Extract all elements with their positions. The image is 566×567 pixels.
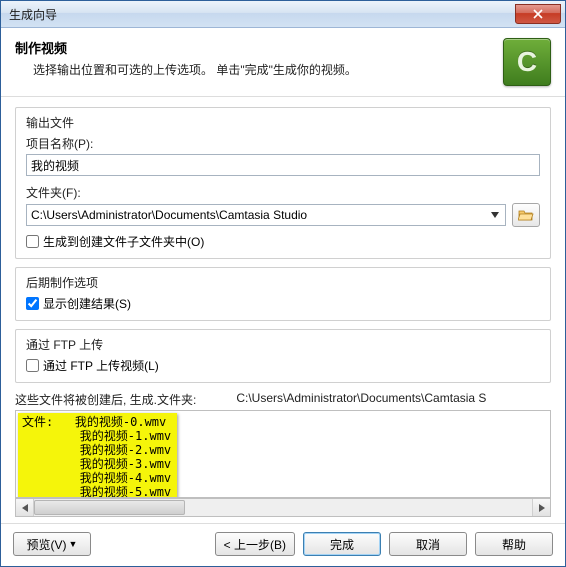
header-text: 制作视频 选择输出位置和可选的上传选项。 单击"完成"生成你的视频。	[15, 38, 503, 78]
body: 输出文件 项目名称(P): 文件夹(F): C:\Users\Administr…	[1, 97, 565, 523]
scroll-thumb[interactable]	[34, 500, 185, 515]
folder-combobox[interactable]: C:\Users\Administrator\Documents\Camtasi…	[26, 204, 506, 226]
ftp-group-title: 通过 FTP 上传	[26, 336, 540, 353]
back-button-label: < 上一步(B)	[224, 536, 286, 553]
browse-folder-button[interactable]	[512, 203, 540, 227]
ftp-group: 通过 FTP 上传 通过 FTP 上传视频(L)	[15, 329, 551, 383]
help-button[interactable]: 帮助	[475, 532, 553, 556]
help-button-label: 帮助	[502, 536, 526, 553]
scroll-left-button[interactable]	[16, 499, 34, 516]
folder-open-icon	[518, 208, 534, 222]
output-group-title: 输出文件	[26, 114, 540, 131]
cancel-button-label: 取消	[416, 536, 440, 553]
ftp-upload-label: 通过 FTP 上传视频(L)	[43, 357, 159, 374]
summary-area: 这些文件将被创建后, 生成.文件夹: C:\Users\Administrato…	[15, 391, 551, 517]
finish-button-label: 完成	[330, 536, 354, 553]
show-results-checkbox-row[interactable]: 显示创建结果(S)	[26, 295, 540, 312]
app-logo-letter: C	[517, 46, 537, 78]
output-group: 输出文件 项目名称(P): 文件夹(F): C:\Users\Administr…	[15, 107, 551, 259]
cancel-button[interactable]: 取消	[389, 532, 467, 556]
summary-label: 这些文件将被创建后, 生成.文件夹:	[15, 391, 196, 408]
post-group-title: 后期制作选项	[26, 274, 540, 291]
scroll-right-button[interactable]	[532, 499, 550, 516]
folder-value: C:\Users\Administrator\Documents\Camtasi…	[31, 208, 307, 222]
finish-button[interactable]: 完成	[303, 532, 381, 556]
window-title: 生成向导	[9, 6, 515, 23]
show-results-label: 显示创建结果(S)	[43, 295, 131, 312]
summary-path: C:\Users\Administrator\Documents\Camtasi…	[236, 391, 551, 408]
ftp-upload-checkbox[interactable]	[26, 359, 39, 372]
post-production-group: 后期制作选项 显示创建结果(S)	[15, 267, 551, 321]
header: 制作视频 选择输出位置和可选的上传选项。 单击"完成"生成你的视频。 C	[1, 28, 565, 97]
project-name-label: 项目名称(P):	[26, 135, 540, 152]
ftp-upload-checkbox-row[interactable]: 通过 FTP 上传视频(L)	[26, 357, 540, 374]
wizard-window: 生成向导 制作视频 选择输出位置和可选的上传选项。 单击"完成"生成你的视频。 …	[0, 0, 566, 567]
summary-line: 这些文件将被创建后, 生成.文件夹: C:\Users\Administrato…	[15, 391, 551, 408]
subfolder-checkbox-label: 生成到创建文件子文件夹中(O)	[43, 233, 204, 250]
folder-label: 文件夹(F):	[26, 184, 540, 201]
show-results-checkbox[interactable]	[26, 297, 39, 310]
close-icon	[533, 9, 543, 19]
preview-button-label: 预览(V)	[27, 536, 67, 553]
folder-row: C:\Users\Administrator\Documents\Camtasi…	[26, 203, 540, 227]
back-button[interactable]: < 上一步(B)	[215, 532, 295, 556]
project-name-input[interactable]	[26, 154, 540, 176]
subfolder-checkbox[interactable]	[26, 235, 39, 248]
subfolder-checkbox-row[interactable]: 生成到创建文件子文件夹中(O)	[26, 233, 540, 250]
horizontal-scrollbar[interactable]	[15, 498, 551, 517]
file-list: 文件: 我的视频-0.wmv 我的视频-1.wmv 我的视频-2.wmv 我的视…	[15, 410, 551, 498]
app-logo: C	[503, 38, 551, 86]
titlebar: 生成向导	[1, 1, 565, 28]
scroll-track[interactable]	[34, 499, 532, 516]
file-list-highlight: 文件: 我的视频-0.wmv 我的视频-1.wmv 我的视频-2.wmv 我的视…	[18, 413, 177, 498]
page-title: 制作视频	[15, 38, 503, 57]
chevron-down-icon	[487, 207, 503, 223]
chevron-down-icon: ▼	[69, 539, 78, 549]
close-button[interactable]	[515, 4, 561, 24]
page-subtitle: 选择输出位置和可选的上传选项。 单击"完成"生成你的视频。	[15, 61, 503, 78]
preview-button[interactable]: 预览(V) ▼	[13, 532, 91, 556]
footer: 预览(V) ▼ < 上一步(B) 完成 取消 帮助	[1, 523, 565, 566]
